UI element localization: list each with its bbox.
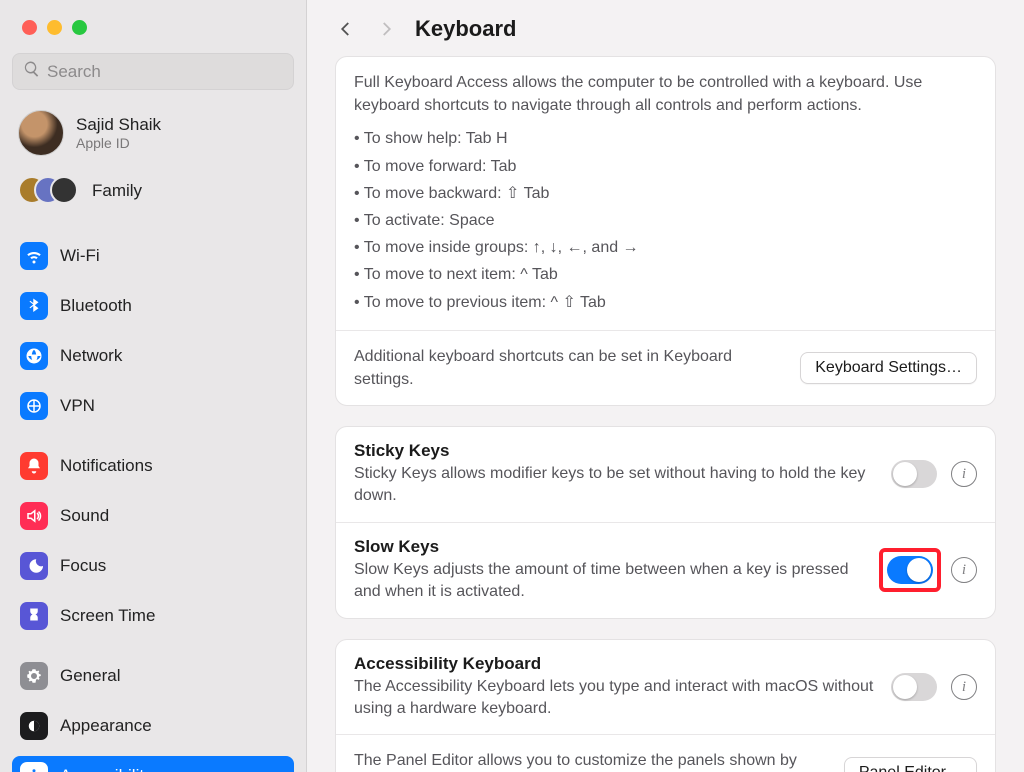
accessibility-keyboard-toggle[interactable]: [891, 673, 937, 701]
keyboard-settings-button[interactable]: Keyboard Settings…: [800, 352, 977, 384]
focus-icon: [20, 552, 48, 580]
sidebar-item-label: Accessibility: [60, 766, 153, 772]
sidebar-item-sound[interactable]: Sound: [12, 496, 294, 536]
sticky-keys-title: Sticky Keys: [354, 441, 877, 461]
sidebar-item-label: Focus: [60, 556, 106, 576]
accessibility-keyboard-card: Accessibility Keyboard The Accessibility…: [335, 639, 996, 772]
appearance-icon: [20, 712, 48, 740]
accessibility-keyboard-title: Accessibility Keyboard: [354, 654, 877, 674]
fka-shortcut: To move to next item: ^ Tab: [354, 261, 977, 288]
account-subtitle: Apple ID: [76, 135, 161, 151]
fka-shortcut: To move to previous item: ^ ⇧ Tab: [354, 289, 977, 316]
sidebar-item-label: VPN: [60, 396, 95, 416]
fka-shortcut: To move forward: Tab: [354, 153, 977, 180]
sidebar-item-general[interactable]: General: [12, 656, 294, 696]
sticky-keys-info-icon[interactable]: i: [951, 461, 977, 487]
highlight-annotation: [879, 548, 941, 592]
minimize-window[interactable]: [47, 20, 62, 35]
fka-shortcut: To move backward: ⇧ Tab: [354, 180, 977, 207]
panel-editor-row: The Panel Editor allows you to customize…: [336, 734, 995, 772]
sidebar-item-label: Wi-Fi: [60, 246, 100, 266]
family-label: Family: [92, 181, 142, 201]
panel-editor-button[interactable]: Panel Editor…: [844, 757, 977, 772]
sidebar-item-label: Bluetooth: [60, 296, 132, 316]
screen-time-icon: [20, 602, 48, 630]
page-title: Keyboard: [415, 16, 516, 42]
sidebar-item-focus[interactable]: Focus: [12, 546, 294, 586]
maximize-window[interactable]: [72, 20, 87, 35]
sidebar-item-network[interactable]: Network: [12, 336, 294, 376]
gear-icon: [20, 662, 48, 690]
vpn-icon: [20, 392, 48, 420]
keys-card: Sticky Keys Sticky Keys allows modifier …: [335, 426, 996, 619]
sound-icon: [20, 502, 48, 530]
panel-editor-desc: The Panel Editor allows you to customize…: [354, 749, 830, 772]
sidebar-item-screen-time[interactable]: Screen Time: [12, 596, 294, 636]
search-input[interactable]: [47, 62, 283, 82]
fka-description: Full Keyboard Access allows the computer…: [354, 71, 977, 117]
family-row[interactable]: Family: [12, 170, 294, 216]
wifi-icon: [20, 242, 48, 270]
full-keyboard-access-card: Full Keyboard Access allows the computer…: [335, 56, 996, 406]
fka-shortcut: To move inside groups: ↑, ↓, ←, and →: [354, 234, 977, 261]
avatar: [18, 110, 64, 156]
sidebar-item-vpn[interactable]: VPN: [12, 386, 294, 426]
sidebar-item-appearance[interactable]: Appearance: [12, 706, 294, 746]
forward-button[interactable]: [375, 18, 397, 40]
close-window[interactable]: [22, 20, 37, 35]
back-button[interactable]: [335, 18, 357, 40]
fka-shortcut-list: To show help: Tab H To move forward: Tab…: [354, 125, 977, 315]
accessibility-keyboard-row: Accessibility Keyboard The Accessibility…: [336, 640, 995, 735]
sidebar-item-bluetooth[interactable]: Bluetooth: [12, 286, 294, 326]
slow-keys-info-icon[interactable]: i: [951, 557, 977, 583]
slow-keys-title: Slow Keys: [354, 537, 869, 557]
main-content: Keyboard Full Keyboard Access allows the…: [307, 0, 1024, 772]
fka-additional-text: Additional keyboard shortcuts can be set…: [354, 345, 786, 391]
header: Keyboard: [307, 0, 1024, 56]
sidebar-item-label: Appearance: [60, 716, 152, 736]
bluetooth-icon: [20, 292, 48, 320]
accessibility-keyboard-info-icon[interactable]: i: [951, 674, 977, 700]
window-controls: [12, 12, 294, 43]
sidebar-item-accessibility[interactable]: Accessibility: [12, 756, 294, 772]
search-field[interactable]: [12, 53, 294, 90]
network-icon: [20, 342, 48, 370]
search-icon: [23, 60, 47, 83]
accessibility-icon: [20, 762, 48, 772]
apple-id-row[interactable]: Sajid Shaik Apple ID: [12, 100, 294, 160]
sidebar-item-label: Screen Time: [60, 606, 155, 626]
sidebar-item-label: Sound: [60, 506, 109, 526]
fka-shortcut: To activate: Space: [354, 207, 977, 234]
slow-keys-row: Slow Keys Slow Keys adjusts the amount o…: [336, 522, 995, 618]
sidebar-item-label: Notifications: [60, 456, 153, 476]
sidebar-item-label: General: [60, 666, 120, 686]
sticky-keys-toggle[interactable]: [891, 460, 937, 488]
sticky-keys-desc: Sticky Keys allows modifier keys to be s…: [354, 463, 877, 508]
account-name: Sajid Shaik: [76, 115, 161, 135]
sidebar-item-label: Network: [60, 346, 122, 366]
sidebar: Sajid Shaik Apple ID Family Wi-Fi Blueto…: [0, 0, 307, 772]
fka-shortcut: To show help: Tab H: [354, 125, 977, 152]
family-avatars-icon: [18, 176, 80, 206]
sidebar-item-notifications[interactable]: Notifications: [12, 446, 294, 486]
notifications-icon: [20, 452, 48, 480]
sidebar-item-wifi[interactable]: Wi-Fi: [12, 236, 294, 276]
slow-keys-desc: Slow Keys adjusts the amount of time bet…: [354, 559, 869, 604]
accessibility-keyboard-desc: The Accessibility Keyboard lets you type…: [354, 676, 877, 721]
sticky-keys-row: Sticky Keys Sticky Keys allows modifier …: [336, 427, 995, 522]
slow-keys-toggle[interactable]: [887, 556, 933, 584]
